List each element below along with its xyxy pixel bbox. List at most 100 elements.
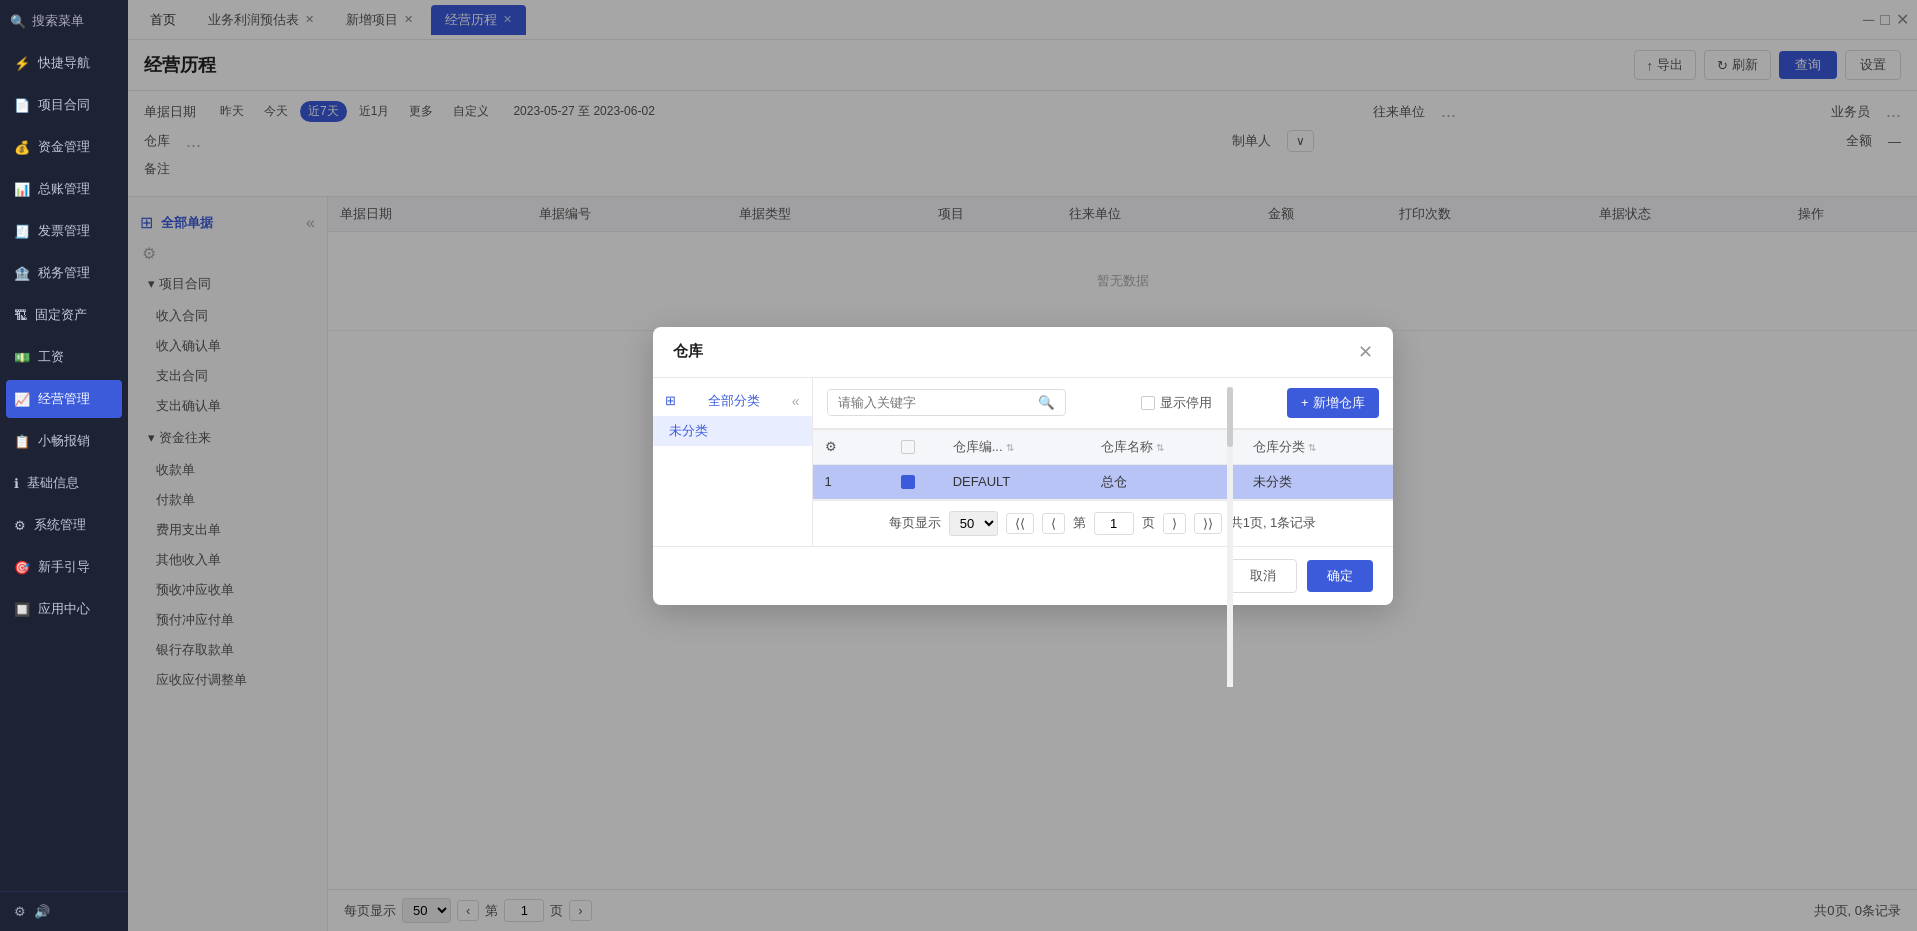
- content-toolbar: 🔍 显示停用 + 新增仓库: [813, 378, 1393, 429]
- sidebar-search[interactable]: 🔍 搜索菜单: [0, 0, 128, 42]
- dialog-close-icon[interactable]: ✕: [1358, 341, 1373, 363]
- add-label: 新增仓库: [1313, 394, 1365, 412]
- row-checkbox-el[interactable]: [901, 475, 915, 489]
- sidebar-item-label: 系统管理: [34, 516, 86, 534]
- sidebar-item-label: 应用中心: [38, 600, 90, 618]
- system-icon: ⚙: [14, 518, 26, 533]
- col-name[interactable]: 仓库名称 ⇅: [1089, 429, 1241, 464]
- sidebar-item-label: 税务管理: [38, 264, 90, 282]
- dialog-footer: 取消 确定: [653, 546, 1393, 605]
- dialog-pagination: 每页显示 50 ⟨⟨ ⟨ 第 页 ⟩ ⟩⟩ 共1页, 1条记录: [813, 500, 1393, 546]
- search-box: 🔍: [827, 389, 1066, 416]
- next-page-btn-dialog[interactable]: ⟩: [1163, 513, 1186, 534]
- add-icon: +: [1301, 395, 1309, 410]
- search-input[interactable]: [828, 390, 1028, 415]
- dialog-page-input[interactable]: [1094, 512, 1134, 535]
- col-category-header[interactable]: 仓库分类 ⇅: [1241, 429, 1393, 464]
- collapse-panel-icon[interactable]: «: [792, 393, 800, 409]
- salary-icon: 💵: [14, 350, 30, 365]
- xiaochang-icon: 📋: [14, 434, 30, 449]
- sidebar-item-app-center[interactable]: 🔲 应用中心: [0, 588, 128, 630]
- sidebar-item-fixed-assets[interactable]: 🏗 固定资产: [0, 294, 128, 336]
- sidebar-item-label: 基础信息: [27, 474, 79, 492]
- grid2-icon: ⊞: [665, 393, 676, 408]
- sidebar-item-quick-nav[interactable]: ⚡ 快捷导航: [0, 42, 128, 84]
- main-area: 首页 业务利润预估表 ✕ 新增项目 ✕ 经营历程 ✕ ─ □ ✕ 经营历程 ↑ …: [128, 0, 1917, 931]
- dialog-body: ⊞ 全部分类 « 未分类: [653, 378, 1393, 546]
- sidebar-item-label: 发票管理: [38, 222, 90, 240]
- invoice-icon: 🧾: [14, 224, 30, 239]
- sidebar-item-label: 小畅报销: [38, 432, 90, 450]
- search-button[interactable]: 🔍: [1028, 390, 1065, 415]
- show-disabled-toggle[interactable]: 显示停用: [1141, 394, 1212, 412]
- sidebar-item-label: 项目合同: [38, 96, 90, 114]
- per-page-label: 每页显示: [889, 514, 941, 532]
- sidebar-item-xiaochang[interactable]: 📋 小畅报销: [0, 420, 128, 462]
- tax-icon: 🏦: [14, 266, 30, 281]
- sidebar-item-guide[interactable]: 🎯 新手引导: [0, 546, 128, 588]
- last-page-btn[interactable]: ⟩⟩: [1194, 513, 1222, 534]
- col-code-label: 仓库编...: [953, 439, 1003, 454]
- sidebar-item-label: 固定资产: [35, 306, 87, 324]
- cancel-button[interactable]: 取消: [1229, 559, 1297, 593]
- content-panel: 🔍 显示停用 + 新增仓库: [813, 378, 1393, 546]
- col-code[interactable]: 仓库编... ⇅: [941, 429, 1089, 464]
- row-checkbox[interactable]: [875, 464, 941, 499]
- category-all[interactable]: ⊞ 全部分类 «: [653, 386, 812, 416]
- dialog-table-wrap: ⚙ 仓库编... ⇅ 仓库名称: [813, 429, 1393, 500]
- show-disabled-label: 显示停用: [1160, 394, 1212, 412]
- sidebar-item-tax[interactable]: 🏦 税务管理: [0, 252, 128, 294]
- col-checkbox: [875, 429, 941, 464]
- sidebar-search-label: 搜索菜单: [32, 12, 84, 30]
- ledger-icon: 📊: [14, 182, 30, 197]
- page-unit-dialog: 页: [1142, 514, 1155, 532]
- category-item-uncategorized[interactable]: 未分类: [653, 416, 812, 446]
- page-label-dialog: 第: [1073, 514, 1086, 532]
- row-name: 总仓: [1089, 464, 1241, 499]
- select-all-checkbox[interactable]: [901, 440, 915, 454]
- row-category: 未分类: [1241, 464, 1393, 499]
- sidebar-item-label: 工资: [38, 348, 64, 366]
- prev-page-btn-dialog[interactable]: ⟨: [1042, 513, 1065, 534]
- sidebar-item-project-contract[interactable]: 📄 项目合同: [0, 84, 128, 126]
- add-warehouse-button[interactable]: + 新增仓库: [1287, 388, 1379, 418]
- modal-overlay: 仓库 ✕ ⊞ 全部分类 « 未分类: [128, 0, 1917, 931]
- show-disabled-checkbox[interactable]: [1141, 396, 1155, 410]
- settings-icon[interactable]: ⚙: [14, 904, 26, 919]
- app-center-icon: 🔲: [14, 602, 30, 617]
- sort-icon-2[interactable]: ⇅: [1156, 442, 1164, 453]
- sidebar-item-salary[interactable]: 💵 工资: [0, 336, 128, 378]
- col-category-label: 仓库分类: [1253, 439, 1305, 454]
- sidebar-item-basic-info[interactable]: ℹ 基础信息: [0, 462, 128, 504]
- warehouse-dialog: 仓库 ✕ ⊞ 全部分类 « 未分类: [653, 327, 1393, 605]
- table-row[interactable]: 1 DEFAULT 总仓 未分类: [813, 464, 1393, 499]
- sidebar-item-invoice[interactable]: 🧾 发票管理: [0, 210, 128, 252]
- dialog-title: 仓库: [673, 342, 703, 361]
- sidebar-item-label: 快捷导航: [38, 54, 90, 72]
- col-name-label: 仓库名称: [1101, 439, 1153, 454]
- dialog-table: ⚙ 仓库编... ⇅ 仓库名称: [813, 429, 1393, 500]
- sort-icon[interactable]: ⇅: [1006, 442, 1014, 453]
- fixed-assets-icon: 🏗: [14, 308, 27, 323]
- sidebar: 🔍 搜索菜单 ⚡ 快捷导航 📄 项目合同 💰 资金管理 📊 总账管理 🧾 发票管…: [0, 0, 128, 931]
- sidebar-item-operations[interactable]: 📈 经营管理: [6, 380, 122, 418]
- sidebar-bottom: ⚙ 🔊: [0, 891, 128, 931]
- operations-icon: 📈: [14, 392, 30, 407]
- first-page-btn[interactable]: ⟨⟨: [1006, 513, 1034, 534]
- basic-info-icon: ℹ: [14, 476, 19, 491]
- audio-icon[interactable]: 🔊: [34, 904, 50, 919]
- dialog-per-page-select[interactable]: 50: [949, 511, 998, 536]
- fund-icon: 💰: [14, 140, 30, 155]
- confirm-button[interactable]: 确定: [1307, 560, 1373, 592]
- project-contract-icon: 📄: [14, 98, 30, 113]
- col-settings[interactable]: ⚙: [813, 429, 875, 464]
- sidebar-item-label: 经营管理: [38, 390, 90, 408]
- sidebar-item-system[interactable]: ⚙ 系统管理: [0, 504, 128, 546]
- category-panel: ⊞ 全部分类 « 未分类: [653, 378, 813, 546]
- sidebar-item-ledger[interactable]: 📊 总账管理: [0, 168, 128, 210]
- sidebar-item-fund[interactable]: 💰 资金管理: [0, 126, 128, 168]
- sidebar-item-label: 总账管理: [38, 180, 90, 198]
- row-code: DEFAULT: [941, 464, 1089, 499]
- sort-icon-3[interactable]: ⇅: [1308, 442, 1316, 453]
- row-num: 1: [813, 464, 875, 499]
